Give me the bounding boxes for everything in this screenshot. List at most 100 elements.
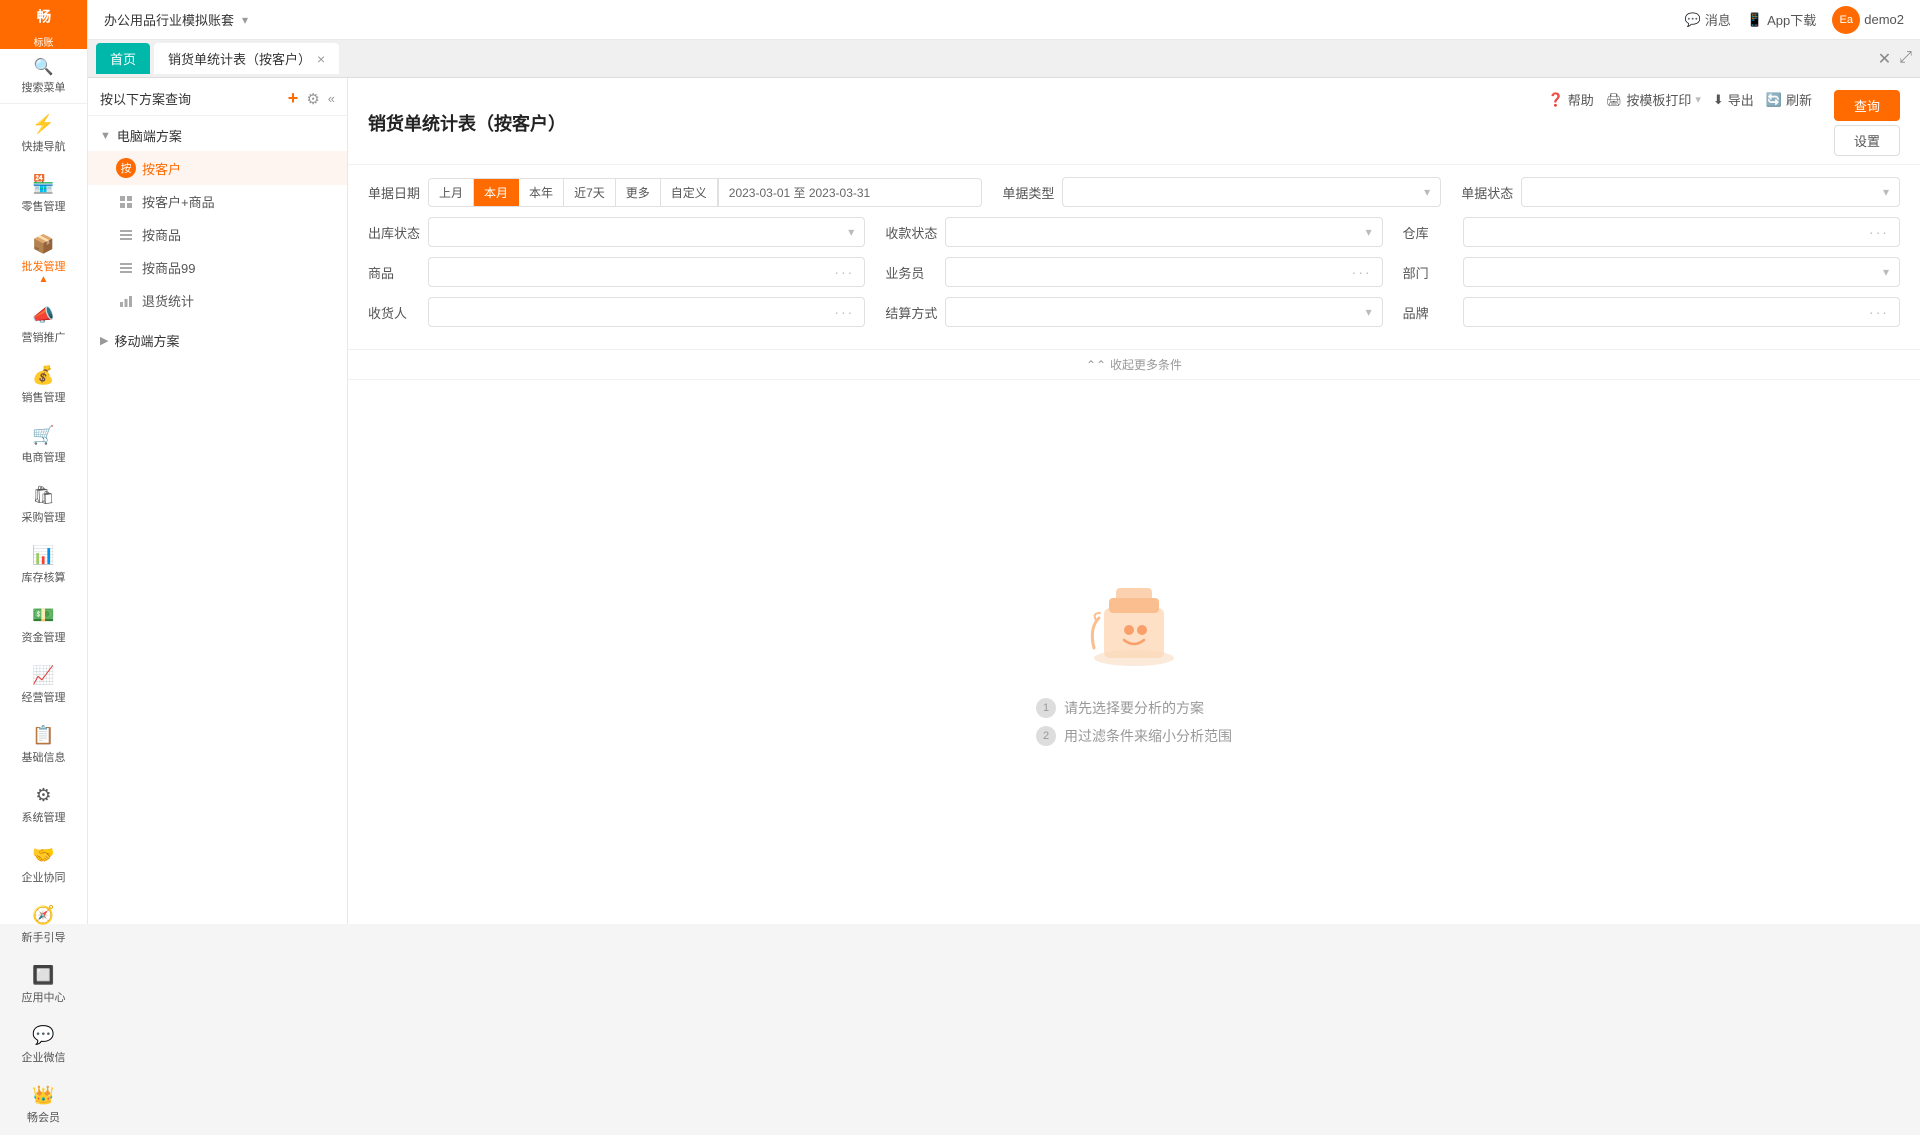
date-this-year[interactable]: 本年 (519, 179, 564, 206)
sidebar-item-ecommerce[interactable]: 🛒 电商管理 (0, 415, 87, 475)
tab-sales-stat[interactable]: 销货单统计表（按客户） × (154, 43, 339, 74)
refund-stat-icon (116, 293, 136, 309)
sidebar-item-apps[interactable]: 🔲 应用中心 (0, 955, 87, 1015)
operation-label: 经营管理 (22, 689, 66, 705)
sidebar-item-marketing[interactable]: 📣 营销推广 (0, 295, 87, 355)
purchase-icon: 🛍 (32, 485, 55, 506)
topbar-right: 💬 消息 📱 App下载 Ea demo2 (1685, 6, 1904, 34)
date-custom[interactable]: 自定义 (661, 179, 718, 206)
date-this-month[interactable]: 本月 (474, 179, 519, 206)
sidebar-item-base[interactable]: 📋 基础信息 (0, 715, 87, 775)
username: demo2 (1864, 12, 1904, 27)
scheme-group-desktop: ▼ 电脑端方案 按 按客户 按客户+商品 按商 (88, 116, 347, 321)
export-label: 导出 (1728, 90, 1754, 109)
date-more[interactable]: 更多 (616, 179, 661, 206)
newbie-label: 新手引导 (22, 929, 66, 945)
mobile-group-label: 移动端方案 (114, 331, 179, 350)
doc-type-arrow: ▾ (1424, 185, 1430, 199)
warehouse-select[interactable]: ··· (1463, 217, 1900, 247)
sidebar: 畅 标账 🔍 搜索菜单 ⚡ 快捷导航 🏪 零售管理 📦 批发管理 ▲ 📣 营销推… (0, 0, 88, 924)
tip-2-num: 2 (1036, 726, 1056, 746)
finance-label: 资金管理 (22, 629, 66, 645)
empty-illustration (1074, 558, 1194, 678)
topbar: 办公用品行业模拟账套 ▾ 💬 消息 📱 App下载 Ea demo2 (88, 0, 1920, 40)
print-arrow: ▾ (1695, 93, 1701, 106)
query-button[interactable]: 查询 (1834, 90, 1900, 121)
member-icon: 👑 (32, 1085, 54, 1106)
date-last-month[interactable]: 上月 (429, 179, 474, 206)
sidebar-item-wechat[interactable]: 💬 企业微信 (0, 1015, 87, 1075)
brand-select[interactable]: ··· (1463, 297, 1900, 327)
sidebar-item-enterprise[interactable]: 🤝 企业协同 (0, 835, 87, 895)
tab-home[interactable]: 首页 (96, 43, 150, 74)
sidebar-item-sales[interactable]: 💰 销售管理 (0, 355, 87, 415)
add-scheme-icon[interactable]: + (288, 88, 299, 109)
ecommerce-icon: 🛒 (32, 425, 54, 446)
collapse-panel-icon[interactable]: « (328, 91, 335, 106)
out-status-label: 出库状态 (368, 223, 420, 242)
maximize-window-icon[interactable]: ⤢ (1899, 49, 1912, 69)
date-last7[interactable]: 近7天 (564, 179, 616, 206)
filter-row-1: 单据日期 上月 本月 本年 近7天 更多 自定义 2023-03-01 至 20… (368, 177, 1900, 207)
scheme-item-refund-stat[interactable]: 退货统计 (88, 284, 347, 317)
department-select[interactable]: ▾ (1463, 257, 1900, 287)
receipt-status-select[interactable]: ▾ (945, 217, 1382, 247)
export-btn[interactable]: ⬇ 导出 (1713, 90, 1754, 109)
user-profile[interactable]: Ea demo2 (1832, 6, 1904, 34)
sidebar-item-purchase[interactable]: 🛍 采购管理 (0, 475, 87, 535)
filter-product: 商品 ··· (368, 257, 865, 287)
settings-button[interactable]: 设置 (1834, 125, 1900, 156)
refresh-label: 刷新 (1786, 90, 1812, 109)
sidebar-item-wholesale[interactable]: 📦 批发管理 ▲ (0, 224, 87, 295)
logo[interactable]: 畅 标账 (0, 0, 87, 49)
scheme-group-desktop-title[interactable]: ▼ 电脑端方案 (88, 120, 347, 151)
out-status-select[interactable]: ▾ (428, 217, 865, 247)
app-download-btn[interactable]: 📱 App下载 (1747, 10, 1816, 29)
tip-1-text: 请先选择要分析的方案 (1064, 698, 1204, 718)
brand-label: 品牌 (1403, 303, 1455, 322)
print-btn[interactable]: 🖨 按模板打印 ▾ (1606, 90, 1701, 109)
left-panel-title: 按以下方案查询 (100, 89, 191, 108)
messages-btn[interactable]: 💬 消息 (1685, 10, 1731, 29)
sidebar-item-finance[interactable]: 💵 资金管理 (0, 595, 87, 655)
filter-receipt-status: 收款状态 ▾ (885, 217, 1382, 247)
sidebar-item-newbie[interactable]: 🧭 新手引导 (0, 895, 87, 955)
sidebar-item-retail[interactable]: 🏪 零售管理 (0, 164, 87, 224)
refresh-btn[interactable]: 🔄 刷新 (1766, 90, 1812, 109)
scheme-item-by-customer-product[interactable]: 按客户+商品 (88, 185, 347, 218)
print-icon: 🖨 (1606, 92, 1623, 108)
out-status-arrow: ▾ (848, 225, 854, 239)
tab-home-label: 首页 (110, 49, 136, 68)
sidebar-search[interactable]: 🔍 搜索菜单 (0, 49, 87, 104)
doc-type-select[interactable]: ▾ (1062, 177, 1441, 207)
help-btn[interactable]: ❓ 帮助 (1548, 90, 1594, 109)
product-select[interactable]: ··· (428, 257, 865, 287)
scheme-group-mobile-title[interactable]: ▶ 移动端方案 (88, 325, 347, 356)
scheme-item-by-product[interactable]: 按商品 (88, 218, 347, 251)
close-window-icon[interactable]: ✕ (1878, 49, 1891, 69)
settings-scheme-icon[interactable]: ⚙ (306, 90, 319, 108)
by-customer-product-icon (116, 194, 136, 210)
scheme-item-by-product99[interactable]: 按商品99 (88, 251, 347, 284)
sidebar-item-system[interactable]: ⚙ 系统管理 (0, 775, 87, 835)
settlement-select[interactable]: ▾ (945, 297, 1382, 327)
desktop-group-arrow: ▼ (100, 130, 111, 142)
base-icon: 📋 (32, 725, 54, 746)
sidebar-item-inventory[interactable]: 📊 库存核算 (0, 535, 87, 595)
shortcuts-icon: ⚡ (32, 114, 54, 135)
tab-close-icon[interactable]: × (317, 52, 325, 66)
salesperson-select[interactable]: ··· (945, 257, 1382, 287)
tip-2-text: 用过滤条件来缩小分析范围 (1064, 726, 1232, 746)
sidebar-item-member[interactable]: 👑 畅会员 (0, 1075, 87, 1135)
apps-icon: 🔲 (32, 965, 54, 986)
collapse-bar[interactable]: ⌃⌃ 收起更多条件 (348, 350, 1920, 380)
sidebar-item-operation[interactable]: 📈 经营管理 (0, 655, 87, 715)
newbie-icon: 🧭 (32, 905, 54, 926)
scheme-item-by-customer[interactable]: 按 按客户 (88, 151, 347, 185)
doc-status-select[interactable]: ▾ (1521, 177, 1900, 207)
apps-label: 应用中心 (22, 989, 66, 1005)
sidebar-item-shortcuts[interactable]: ⚡ 快捷导航 (0, 104, 87, 164)
consignee-select[interactable]: ··· (428, 297, 865, 327)
by-product99-label: 按商品99 (142, 258, 195, 277)
filter-brand: 品牌 ··· (1403, 297, 1900, 327)
